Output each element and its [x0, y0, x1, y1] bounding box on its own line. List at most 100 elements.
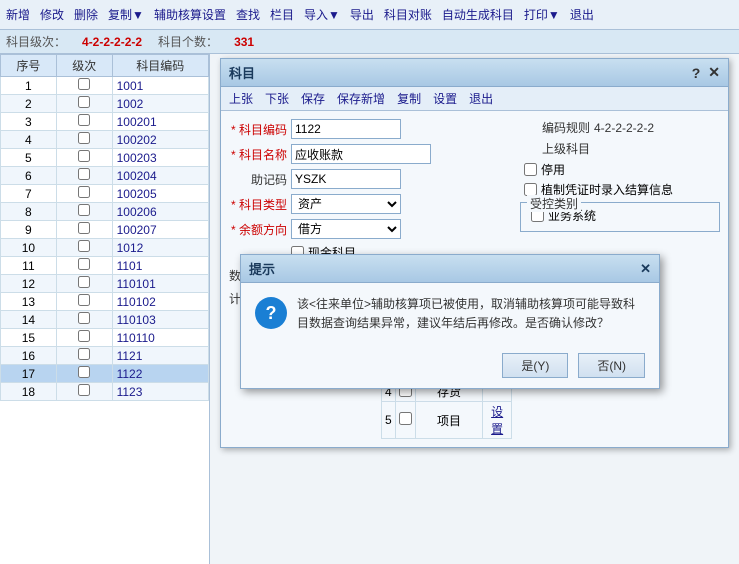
cell-seq: 10 [1, 239, 57, 257]
toolbar-btn-delete[interactable]: 删除 [74, 6, 98, 23]
btn-exit[interactable]: 退出 [469, 90, 493, 107]
aux-action-link[interactable]: 设置 [483, 402, 512, 439]
table-row[interactable]: 10 1012 [1, 239, 209, 257]
cell-checkbox[interactable] [56, 239, 112, 257]
cell-checkbox[interactable] [56, 329, 112, 347]
table-row[interactable]: 18 1123 [1, 383, 209, 401]
cell-checkbox[interactable] [56, 185, 112, 203]
table-row[interactable]: 6 100204 [1, 167, 209, 185]
row-mnemonic: 助记码 [229, 169, 512, 189]
tishi-close-icon[interactable]: ✕ [640, 261, 651, 277]
close-icon[interactable]: ✕ [708, 64, 720, 81]
toolbar-btn-copy[interactable]: 复制▼ [108, 6, 144, 23]
cell-code: 110103 [112, 311, 208, 329]
cell-code: 100205 [112, 185, 208, 203]
btn-save-new[interactable]: 保存新增 [337, 90, 385, 107]
btn-next[interactable]: 下张 [265, 90, 289, 107]
cell-code: 1101 [112, 257, 208, 275]
tishi-footer: 是(Y) 否(N) [241, 345, 659, 388]
cell-checkbox[interactable] [56, 149, 112, 167]
cell-checkbox[interactable] [56, 203, 112, 221]
cell-checkbox[interactable] [56, 365, 112, 383]
row-name: * 科目名称 [229, 144, 512, 164]
cell-checkbox[interactable] [56, 113, 112, 131]
cell-seq: 16 [1, 347, 57, 365]
help-icon[interactable]: ? [692, 65, 701, 81]
code-input[interactable] [291, 119, 401, 139]
kemu-dialog-title: 科目 ? ✕ [221, 59, 728, 87]
toolbar-btn-import[interactable]: 导入▼ [304, 6, 340, 23]
tishi-no-button[interactable]: 否(N) [578, 353, 645, 378]
disabled-checkbox[interactable] [524, 163, 537, 176]
toolbar-btn-exit[interactable]: 退出 [570, 6, 594, 23]
btn-prev[interactable]: 上张 [229, 90, 253, 107]
table-row[interactable]: 16 1121 [1, 347, 209, 365]
name-label: * 科目名称 [229, 146, 287, 163]
aux-check-cell[interactable] [395, 402, 415, 439]
kemu-title-text: 科目 [229, 63, 255, 82]
btn-settings[interactable]: 设置 [433, 90, 457, 107]
right-panel: 科目 ? ✕ 上张 下张 保存 保存新增 复制 设置 退出 * 科目编 [210, 54, 739, 564]
toolbar-btn-new[interactable]: 新增 [6, 6, 30, 23]
tishi-info-icon: ? [255, 297, 287, 329]
name-input[interactable] [291, 144, 431, 164]
left-table-wrap: 序号 级次 科目编码 1 1001 2 1002 3 100201 4 1002… [0, 54, 210, 564]
table-row[interactable]: 13 110102 [1, 293, 209, 311]
cell-checkbox[interactable] [56, 311, 112, 329]
table-row[interactable]: 17 1122 [1, 365, 209, 383]
table-row[interactable]: 8 100206 [1, 203, 209, 221]
disabled-label: 停用 [541, 161, 565, 178]
toolbar-btn-autogen[interactable]: 自动生成科目 [442, 6, 514, 23]
cell-checkbox[interactable] [56, 167, 112, 185]
table-row[interactable]: 15 110110 [1, 329, 209, 347]
toolbar-btn-edit[interactable]: 修改 [40, 6, 64, 23]
kemu-dialog-toolbar: 上张 下张 保存 保存新增 复制 设置 退出 [221, 87, 728, 111]
table-row[interactable]: 14 110103 [1, 311, 209, 329]
tishi-dialog: 提示 ✕ ? 该<往来单位>辅助核算项已被使用，取消辅助核算项可能导致科目数据查… [240, 254, 660, 389]
type-select[interactable]: 资产 负债 权益 成本 损益 [291, 194, 401, 214]
col-level: 级次 [56, 55, 112, 77]
cell-checkbox[interactable] [56, 131, 112, 149]
cell-checkbox[interactable] [56, 257, 112, 275]
main-toolbar: 新增 修改 删除 复制▼ 辅助核算设置 查找 栏目 导入▼ 导出 科目对账 自动… [0, 0, 739, 30]
count-value: 331 [234, 35, 254, 49]
mnemonic-label: 助记码 [229, 171, 287, 188]
table-row[interactable]: 4 100202 [1, 131, 209, 149]
cell-checkbox[interactable] [56, 77, 112, 95]
table-row[interactable]: 2 1002 [1, 95, 209, 113]
cell-checkbox[interactable] [56, 347, 112, 365]
table-row[interactable]: 1 1001 [1, 77, 209, 95]
table-row[interactable]: 12 110101 [1, 275, 209, 293]
cell-checkbox[interactable] [56, 221, 112, 239]
tishi-yes-button[interactable]: 是(Y) [502, 353, 568, 378]
tishi-body: ? 该<往来单位>辅助核算项已被使用，取消辅助核算项可能导致科目数据查询结果异常… [241, 283, 659, 345]
toolbar-btn-aux[interactable]: 辅助核算设置 [154, 6, 226, 23]
aux-name: 项目 [415, 402, 483, 439]
toolbar-btn-reconcile[interactable]: 科目对账 [384, 6, 432, 23]
mnemonic-input[interactable] [291, 169, 401, 189]
toolbar-btn-print[interactable]: 打印▼ [524, 6, 560, 23]
cell-checkbox[interactable] [56, 383, 112, 401]
cell-code: 1123 [112, 383, 208, 401]
toolbar-btn-export[interactable]: 导出 [350, 6, 374, 23]
tishi-message: 该<往来单位>辅助核算项已被使用，取消辅助核算项可能导致科目数据查询结果异常，建… [297, 295, 645, 333]
aux-table-row[interactable]: 5 项目 设置 [382, 402, 512, 439]
btn-save[interactable]: 保存 [301, 90, 325, 107]
cell-checkbox[interactable] [56, 95, 112, 113]
btn-copy[interactable]: 复制 [397, 90, 421, 107]
direction-select[interactable]: 借方 贷方 [291, 219, 401, 239]
cell-checkbox[interactable] [56, 293, 112, 311]
toolbar-btn-find[interactable]: 查找 [236, 6, 260, 23]
table-row[interactable]: 7 100205 [1, 185, 209, 203]
cell-seq: 3 [1, 113, 57, 131]
table-row[interactable]: 11 1101 [1, 257, 209, 275]
cell-seq: 13 [1, 293, 57, 311]
table-row[interactable]: 9 100207 [1, 221, 209, 239]
controlled-section: 受控类别 业务系统 [520, 202, 720, 232]
toolbar-btn-cols[interactable]: 栏目 [270, 6, 294, 23]
cell-checkbox[interactable] [56, 275, 112, 293]
table-row[interactable]: 5 100203 [1, 149, 209, 167]
count-label: 科目个数： [158, 33, 218, 50]
table-row[interactable]: 3 100201 [1, 113, 209, 131]
level-value: 4-2-2-2-2-2 [82, 35, 142, 49]
